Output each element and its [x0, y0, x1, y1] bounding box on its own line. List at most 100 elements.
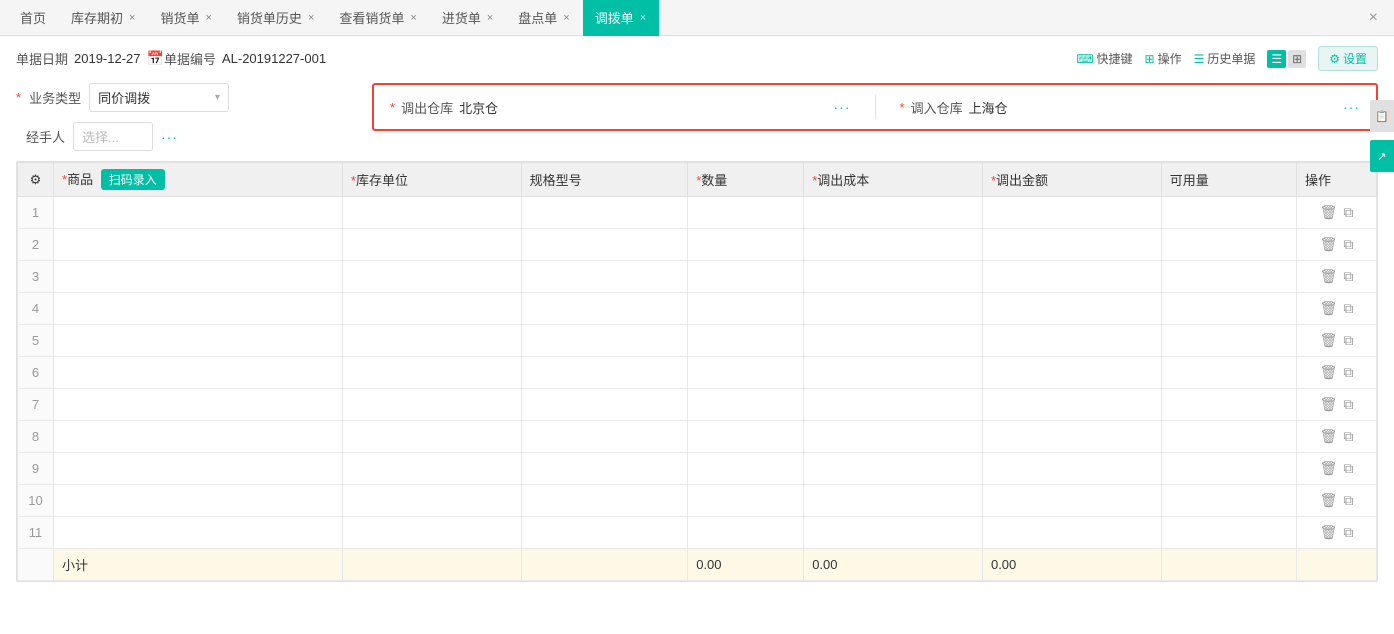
- cell-cost-8[interactable]: [804, 421, 983, 453]
- cell-qty-6[interactable]: [688, 357, 804, 389]
- cell-product-3[interactable]: [54, 261, 343, 293]
- handler-input[interactable]: 选择...: [73, 122, 153, 151]
- cell-product-6[interactable]: [54, 357, 343, 389]
- cell-spec-6[interactable]: [521, 357, 688, 389]
- cell-amount-2[interactable]: [982, 229, 1161, 261]
- business-type-select[interactable]: 同价调拨 ▾: [89, 83, 229, 112]
- cell-cost-1[interactable]: [804, 197, 983, 229]
- copy-icon-1[interactable]: ⧉: [1343, 204, 1353, 221]
- cell-unit-10[interactable]: [342, 485, 521, 517]
- cell-available-3[interactable]: [1161, 261, 1296, 293]
- cell-available-11[interactable]: [1161, 517, 1296, 549]
- cell-spec-7[interactable]: [521, 389, 688, 421]
- cell-product-7[interactable]: [54, 389, 343, 421]
- cell-qty-7[interactable]: [688, 389, 804, 421]
- cell-cost-2[interactable]: [804, 229, 983, 261]
- delete-icon-2[interactable]: 🗑: [1320, 236, 1338, 253]
- cell-amount-3[interactable]: [982, 261, 1161, 293]
- copy-icon-3[interactable]: ⧉: [1343, 268, 1353, 285]
- cell-qty-8[interactable]: [688, 421, 804, 453]
- cell-amount-5[interactable]: [982, 325, 1161, 357]
- calendar-icon[interactable]: 📅: [147, 50, 164, 67]
- cell-unit-8[interactable]: [342, 421, 521, 453]
- cell-unit-11[interactable]: [342, 517, 521, 549]
- cell-spec-9[interactable]: [521, 453, 688, 485]
- cell-product-9[interactable]: [54, 453, 343, 485]
- copy-icon-7[interactable]: ⧉: [1343, 396, 1353, 413]
- cell-qty-1[interactable]: [688, 197, 804, 229]
- cell-qty-11[interactable]: [688, 517, 804, 549]
- tab-sales-order[interactable]: 销货单 ×: [148, 0, 224, 36]
- shortcuts-button[interactable]: ⌨ 快捷键: [1076, 50, 1132, 67]
- cell-product-4[interactable]: [54, 293, 343, 325]
- delete-icon-4[interactable]: 🗑: [1320, 300, 1338, 317]
- cell-amount-11[interactable]: [982, 517, 1161, 549]
- tab-sales-history[interactable]: 销货单历史 ×: [225, 0, 327, 36]
- cell-available-4[interactable]: [1161, 293, 1296, 325]
- cell-amount-1[interactable]: [982, 197, 1161, 229]
- cell-spec-10[interactable]: [521, 485, 688, 517]
- close-all-tabs-button[interactable]: ×: [1361, 9, 1386, 27]
- tab-close-sales-history[interactable]: ×: [308, 12, 314, 24]
- tab-view-sales[interactable]: 查看销货单 ×: [327, 0, 429, 36]
- copy-icon-9[interactable]: ⧉: [1343, 460, 1353, 477]
- cell-cost-9[interactable]: [804, 453, 983, 485]
- cell-spec-2[interactable]: [521, 229, 688, 261]
- cell-amount-8[interactable]: [982, 421, 1161, 453]
- cell-spec-8[interactable]: [521, 421, 688, 453]
- right-panel-expand-button[interactable]: ↗: [1370, 140, 1394, 172]
- out-warehouse-more-button[interactable]: ···: [834, 99, 851, 115]
- delete-icon-10[interactable]: 🗑: [1320, 492, 1338, 509]
- delete-icon-6[interactable]: 🗑: [1320, 364, 1338, 381]
- cell-qty-4[interactable]: [688, 293, 804, 325]
- cell-unit-2[interactable]: [342, 229, 521, 261]
- tab-close-inventory-init[interactable]: ×: [129, 12, 135, 24]
- history-button[interactable]: ☰ 历史单据: [1194, 50, 1256, 67]
- cell-cost-3[interactable]: [804, 261, 983, 293]
- copy-icon-8[interactable]: ⧉: [1343, 428, 1353, 445]
- tab-close-sales-order[interactable]: ×: [205, 12, 211, 24]
- cell-unit-4[interactable]: [342, 293, 521, 325]
- cell-qty-2[interactable]: [688, 229, 804, 261]
- operations-button[interactable]: ⊞ 操作: [1145, 50, 1182, 67]
- layout-list-icon[interactable]: ☰: [1267, 50, 1286, 68]
- right-panel-note-button[interactable]: 📋: [1370, 100, 1394, 132]
- delete-icon-8[interactable]: 🗑: [1320, 428, 1338, 445]
- copy-icon-11[interactable]: ⧉: [1343, 524, 1353, 541]
- cell-available-6[interactable]: [1161, 357, 1296, 389]
- cell-spec-4[interactable]: [521, 293, 688, 325]
- cell-available-5[interactable]: [1161, 325, 1296, 357]
- settings-button[interactable]: ⚙ 设置: [1318, 46, 1378, 71]
- cell-unit-5[interactable]: [342, 325, 521, 357]
- delete-icon-7[interactable]: 🗑: [1320, 396, 1338, 413]
- th-gear[interactable]: ⚙: [18, 163, 54, 197]
- cell-unit-3[interactable]: [342, 261, 521, 293]
- cell-cost-11[interactable]: [804, 517, 983, 549]
- scan-enter-button[interactable]: 扫码录入: [101, 169, 165, 190]
- delete-icon-5[interactable]: 🗑: [1320, 332, 1338, 349]
- handler-more-button[interactable]: ···: [161, 129, 178, 145]
- cell-available-2[interactable]: [1161, 229, 1296, 261]
- cell-available-8[interactable]: [1161, 421, 1296, 453]
- cell-unit-9[interactable]: [342, 453, 521, 485]
- copy-icon-6[interactable]: ⧉: [1343, 364, 1353, 381]
- copy-icon-2[interactable]: ⧉: [1343, 236, 1353, 253]
- tab-close-purchase-order[interactable]: ×: [487, 12, 493, 24]
- cell-spec-5[interactable]: [521, 325, 688, 357]
- tab-inventory-init[interactable]: 库存期初 ×: [59, 0, 148, 36]
- cell-available-9[interactable]: [1161, 453, 1296, 485]
- tab-purchase-order[interactable]: 进货单 ×: [430, 0, 506, 36]
- cell-product-5[interactable]: [54, 325, 343, 357]
- cell-amount-10[interactable]: [982, 485, 1161, 517]
- cell-cost-4[interactable]: [804, 293, 983, 325]
- cell-product-2[interactable]: [54, 229, 343, 261]
- cell-product-11[interactable]: [54, 517, 343, 549]
- in-warehouse-more-button[interactable]: ···: [1343, 99, 1360, 115]
- tab-stocktake[interactable]: 盘点单 ×: [506, 0, 582, 36]
- layout-grid-icon[interactable]: ⊞: [1288, 50, 1306, 68]
- tab-home[interactable]: 首页: [8, 0, 59, 36]
- cell-qty-10[interactable]: [688, 485, 804, 517]
- cell-amount-7[interactable]: [982, 389, 1161, 421]
- copy-icon-5[interactable]: ⧉: [1343, 332, 1353, 349]
- cell-available-1[interactable]: [1161, 197, 1296, 229]
